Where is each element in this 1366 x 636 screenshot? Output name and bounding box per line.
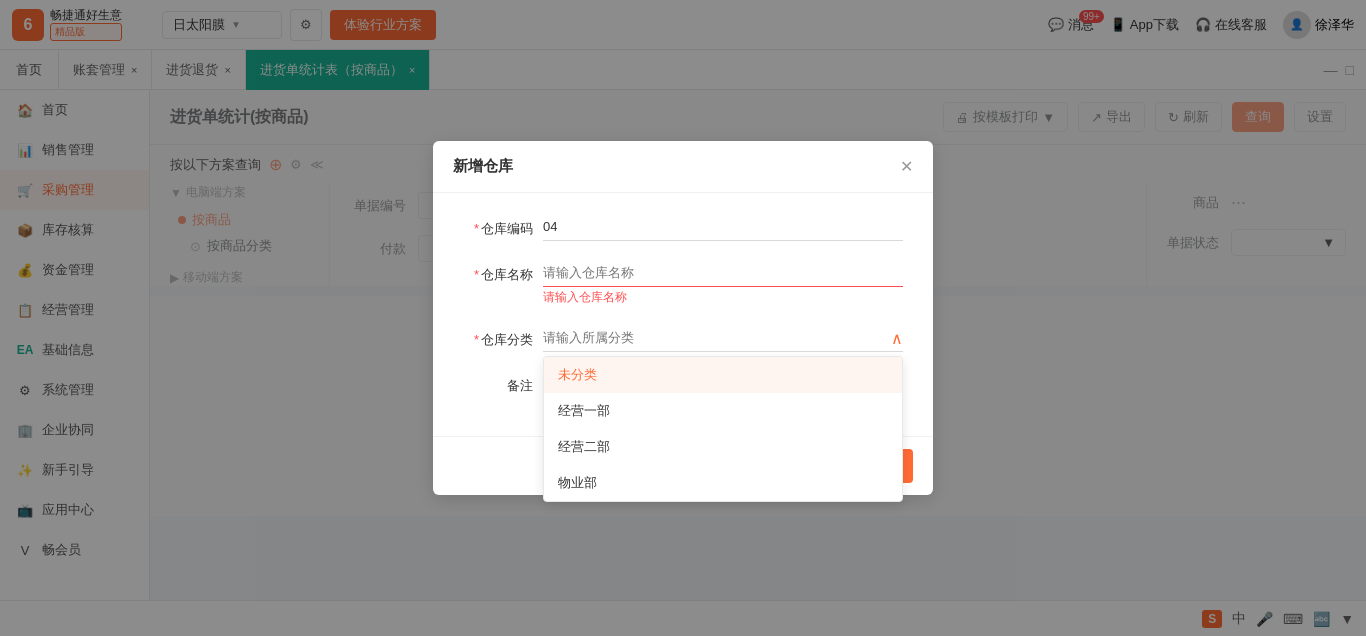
category-dropdown-arrow[interactable]: ∧ <box>891 329 903 348</box>
form-row-category: 仓库分类 ∧ 未分类 经营一部 经营二部 物业部 <box>463 324 903 352</box>
name-field: 请输入仓库名称 <box>543 259 903 306</box>
modal-header: 新增仓库 ✕ <box>433 141 933 193</box>
new-warehouse-modal: 新增仓库 ✕ 仓库编码 仓库名称 请输入仓库名称 仓库分类 <box>433 141 933 495</box>
code-input[interactable] <box>543 213 903 241</box>
category-dropdown-list: 未分类 经营一部 经营二部 物业部 <box>543 356 903 502</box>
name-error-text: 请输入仓库名称 <box>543 289 903 306</box>
notes-label: 备注 <box>463 370 543 395</box>
form-row-code: 仓库编码 <box>463 213 903 241</box>
dropdown-option-property[interactable]: 物业部 <box>544 465 902 501</box>
name-input[interactable] <box>543 259 903 287</box>
form-row-name: 仓库名称 请输入仓库名称 <box>463 259 903 306</box>
dropdown-option-dept2[interactable]: 经营二部 <box>544 429 902 465</box>
dropdown-option-dept1[interactable]: 经营一部 <box>544 393 902 429</box>
dropdown-option-uncategorized[interactable]: 未分类 <box>544 357 902 393</box>
category-field: ∧ 未分类 经营一部 经营二部 物业部 <box>543 324 903 352</box>
modal-overlay[interactable]: 新增仓库 ✕ 仓库编码 仓库名称 请输入仓库名称 仓库分类 <box>0 0 1366 636</box>
category-label: 仓库分类 <box>463 324 543 349</box>
modal-body: 仓库编码 仓库名称 请输入仓库名称 仓库分类 ∧ <box>433 193 933 436</box>
modal-title: 新增仓库 <box>453 157 513 176</box>
code-field <box>543 213 903 241</box>
code-label: 仓库编码 <box>463 213 543 238</box>
modal-close-button[interactable]: ✕ <box>900 157 913 176</box>
name-label: 仓库名称 <box>463 259 543 284</box>
category-input[interactable] <box>543 324 903 352</box>
